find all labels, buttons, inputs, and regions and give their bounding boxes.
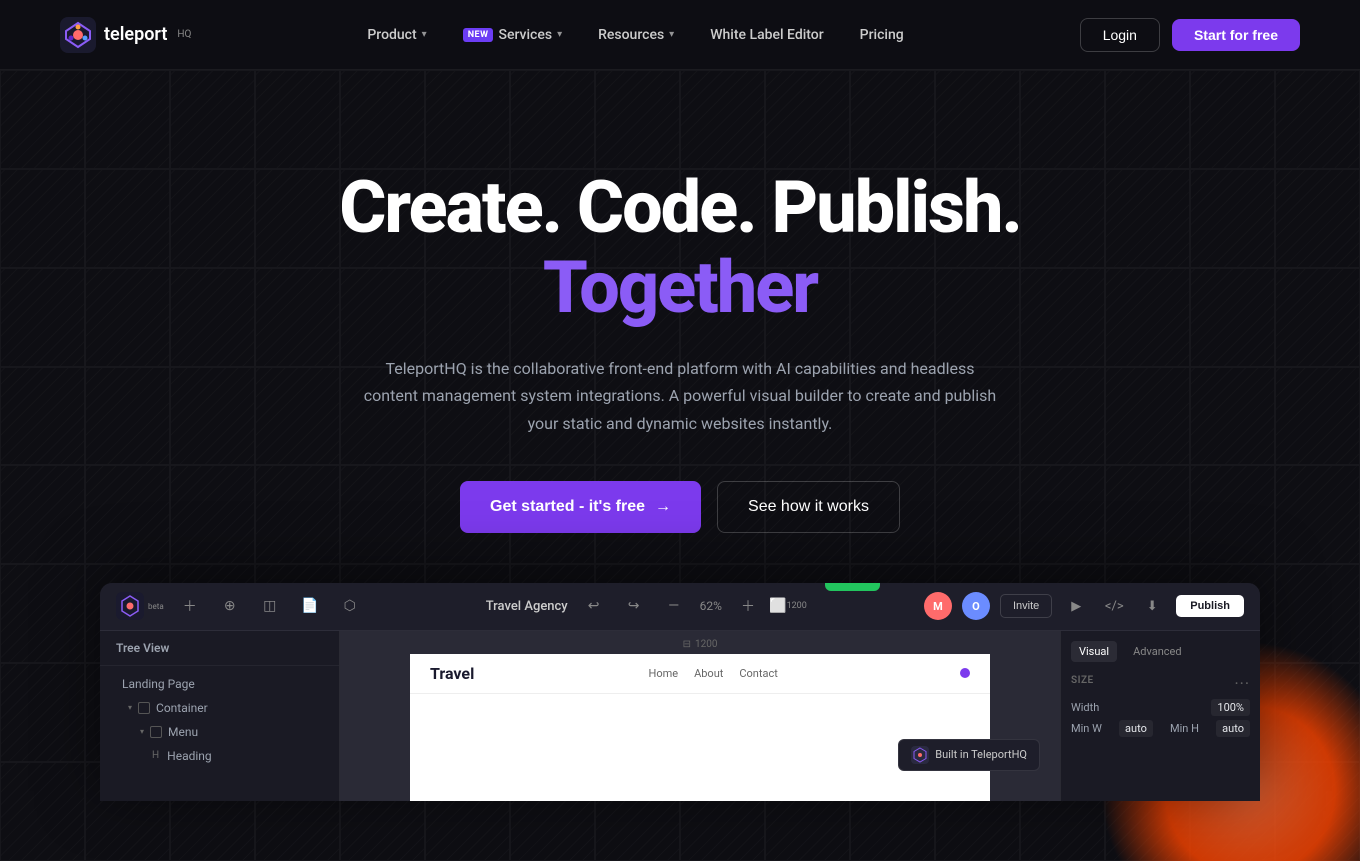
zoom-out-button[interactable]: —	[660, 592, 688, 620]
min-w-label: Min W	[1071, 722, 1102, 735]
width-row: Width 100%	[1071, 699, 1250, 716]
checkbox-container[interactable]	[138, 702, 150, 714]
nav-item-white-label[interactable]: White Label Editor	[696, 19, 837, 51]
toolbar-center: Travel Agency ↩ ↪ — 62% ＋ ⬜ 1200	[486, 592, 802, 620]
hero-title-line1: Create. Code. Publish.	[339, 165, 1021, 250]
get-started-button[interactable]: Get started - it's free →	[460, 481, 701, 533]
zoom-display: 62%	[700, 599, 722, 613]
logo-hq: HQ	[177, 29, 191, 40]
min-h-value[interactable]: auto	[1216, 720, 1250, 737]
add-element-button[interactable]: ＋	[176, 592, 204, 620]
hero-subtitle: TeleportHQ is the collaborative front-en…	[360, 355, 1000, 437]
size-section: Size ··· Width 100% Min W auto Min H aut…	[1071, 674, 1250, 737]
site-nav-contact[interactable]: Contact	[739, 667, 777, 680]
more-options-button[interactable]: ···	[1234, 674, 1250, 693]
tree-item-landing-page[interactable]: Landing Page	[100, 672, 339, 696]
min-w-value[interactable]: auto	[1119, 720, 1153, 737]
nav-item-pricing[interactable]: Pricing	[846, 19, 918, 51]
login-button[interactable]: Login	[1080, 18, 1160, 52]
panel-tabs: Visual Advanced	[1071, 641, 1250, 662]
canvas-width-label: ⊟ 1200	[683, 639, 718, 650]
redo-button[interactable]: ↪	[620, 592, 648, 620]
chevron-right-icon-menu: ▾	[140, 727, 144, 736]
zoom-in-button[interactable]: ＋	[734, 592, 762, 620]
invite-button[interactable]: Invite	[1000, 594, 1052, 618]
toolbar-logo-icon	[116, 592, 144, 620]
site-nav-about[interactable]: About	[694, 667, 723, 680]
tree-view-label: Tree View	[116, 641, 169, 655]
toolbar-left: beta ＋ ⊕ ◫ 📄 ⬡	[116, 592, 364, 620]
start-for-free-button[interactable]: Start for free	[1172, 19, 1300, 51]
min-h-label: Min H	[1170, 722, 1199, 735]
undo-button[interactable]: ↩	[580, 592, 608, 620]
beta-badge: beta	[148, 602, 164, 611]
new-badge: New	[463, 28, 494, 42]
hero-buttons: Get started - it's free → See how it wor…	[460, 481, 900, 533]
nav-right: Login Start for free	[1080, 18, 1300, 52]
site-links: Home About Contact	[648, 667, 777, 680]
navbar: teleport HQ Product ▾ New Services ▾ Reso…	[0, 0, 1360, 70]
logo-link[interactable]: teleport HQ	[60, 17, 191, 53]
editor-body: Tree View Landing Page ▾ Container ▾	[100, 631, 1260, 801]
chevron-down-icon-services: ▾	[557, 29, 562, 40]
nav-center: Product ▾ New Services ▾ Resources ▾ Whi…	[353, 19, 917, 51]
hero-title-together: Together	[339, 250, 1021, 326]
tree-view-header: Tree View	[100, 631, 339, 666]
site-brand: Travel	[430, 664, 474, 683]
min-w-row: Min W auto Min H auto	[1071, 720, 1250, 737]
publish-button[interactable]: Publish	[1176, 595, 1244, 617]
tree-item-heading[interactable]: H Heading	[100, 744, 339, 768]
chevron-down-icon-resources: ▾	[669, 29, 674, 40]
site-nav-home[interactable]: Home	[648, 667, 678, 680]
oliver-tooltip: Oliver	[825, 583, 880, 591]
logo-text: teleport	[104, 24, 167, 45]
avatar-m: M	[924, 592, 952, 620]
project-name: Travel Agency	[486, 599, 568, 614]
selection-indicator	[960, 668, 970, 678]
right-panel: Visual Advanced Size ··· Width 100% Min …	[1060, 631, 1260, 801]
tree-item-container[interactable]: ▾ Container	[100, 696, 339, 720]
editor-toolbar: beta ＋ ⊕ ◫ 📄 ⬡ Travel Agency ↩ ↪ — 62% ＋…	[100, 583, 1260, 631]
site-nav: Travel Home About Contact	[410, 654, 990, 694]
built-in-badge: Built in TeleportHQ	[898, 739, 1040, 771]
avatar-o: O	[962, 592, 990, 620]
chevron-down-icon: ▾	[422, 29, 427, 40]
cursor-tool-button[interactable]: ⊕	[216, 592, 244, 620]
tab-visual[interactable]: Visual	[1071, 641, 1117, 662]
logo-icon	[60, 17, 96, 53]
hero-title: Create. Code. Publish. Together	[339, 170, 1021, 325]
code-view-button[interactable]: </>	[1100, 592, 1128, 620]
tab-advanced[interactable]: Advanced	[1125, 641, 1189, 662]
left-panel: Tree View Landing Page ▾ Container ▾	[100, 631, 340, 801]
preview-button[interactable]: ▶	[1062, 592, 1090, 620]
components-button[interactable]: ⬡	[336, 592, 364, 620]
nav-item-resources[interactable]: Resources ▾	[584, 19, 688, 51]
nav-item-services[interactable]: New Services ▾	[449, 19, 576, 51]
canvas-frame: Travel Home About Contact	[410, 654, 990, 801]
nav-item-product[interactable]: Product ▾	[353, 19, 440, 51]
canvas-area: ⊟ 1200 Travel Home About Contact	[340, 631, 1060, 801]
chevron-right-icon: ▾	[128, 703, 132, 712]
see-how-it-works-button[interactable]: See how it works	[717, 481, 900, 533]
device-preview-button[interactable]: ⬜ 1200	[774, 592, 802, 620]
download-button[interactable]: ⬇	[1138, 592, 1166, 620]
width-label: Width	[1071, 701, 1099, 714]
hero-section: Create. Code. Publish. Together Teleport…	[0, 70, 1360, 861]
editor-preview: beta ＋ ⊕ ◫ 📄 ⬡ Travel Agency ↩ ↪ — 62% ＋…	[100, 583, 1260, 801]
toolbar-right: M O Invite ▶ </> ⬇ Publish	[924, 592, 1244, 620]
size-label: Size	[1071, 675, 1094, 686]
checkbox-menu[interactable]	[150, 726, 162, 738]
arrow-icon: →	[655, 498, 671, 516]
tree-item-menu[interactable]: ▾ Menu	[100, 720, 339, 744]
assets-button[interactable]: 📄	[296, 592, 324, 620]
layers-button[interactable]: ◫	[256, 592, 284, 620]
teleport-badge-icon	[911, 746, 929, 764]
width-value[interactable]: 100%	[1211, 699, 1250, 716]
